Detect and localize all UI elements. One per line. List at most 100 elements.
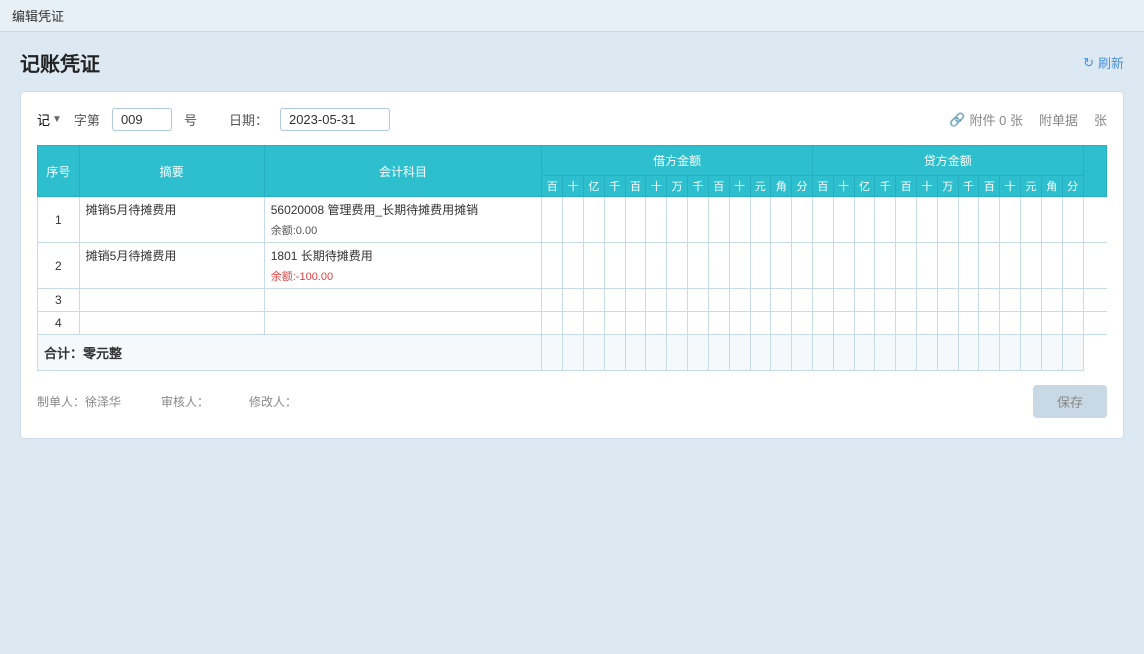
voucher-no-input[interactable] [112,108,172,131]
credit-digit-2 [854,197,875,243]
form-row: 记 ▼ 字第 号 日期： 🔗 附件 0 张 附单据 张 [37,108,1107,131]
debit-digit-6 [667,312,688,335]
credit-digit-7 [958,289,979,312]
debit-digit-5 [646,289,667,312]
credit-digit-2 [854,312,875,335]
table-row: 2摊销5月待摊费用1801 长期待摊费用余额:-100.00 [38,243,1107,289]
debit-digit-4 [625,289,646,312]
credit-digit-1 [833,312,854,335]
credit-digit-0 [812,243,833,289]
credit-digit-7 [958,197,979,243]
credit-digit-3 [875,243,896,289]
th-debit: 借方金额 [542,146,813,176]
page-title: 记账凭证 [20,48,100,77]
debit-digit-5 [646,312,667,335]
credit-digit-0 [812,289,833,312]
voucher-type-select[interactable]: 记 ▼ [37,110,62,129]
credit-digit-12 [1062,197,1083,243]
credit-digit-3 [875,312,896,335]
debit-digit-3 [604,312,625,335]
debit-digit-5 [646,243,667,289]
credit-digit-0 [812,312,833,335]
debit-digit-11 [771,197,792,243]
table-row: 4 [38,312,1107,335]
debit-digit-1 [563,312,584,335]
credit-digit-12 [1062,289,1083,312]
credit-digit-11 [1041,289,1062,312]
credit-digit-9 [1000,197,1021,243]
credit-digit-5 [917,312,938,335]
main-content: 记账凭证 ↻ 刷新 记 ▼ 字第 号 日期： 🔗 附件 0 张 附单据 [0,32,1144,654]
credit-digit-8 [979,243,1000,289]
debit-digit-9 [729,289,750,312]
debit-digit-1 [563,243,584,289]
credit-digit-5 [917,289,938,312]
credit-digit-2 [854,289,875,312]
credit-digit-8 [979,197,1000,243]
table-row: 3 [38,289,1107,312]
th-seq: 序号 [38,146,80,197]
row-account[interactable]: 1801 长期待摊费用余额:-100.00 [264,243,542,289]
hao-label: 号 [184,110,197,129]
row-summary[interactable]: 摊销5月待摊费用 [79,243,264,289]
credit-digit-11 [1041,197,1062,243]
credit-digit-0 [812,197,833,243]
debit-digit-2 [584,289,605,312]
row-summary[interactable] [79,312,264,335]
credit-digit-9 [1000,312,1021,335]
credit-digit-5 [917,243,938,289]
voucher-table: 序号 摘要 会计科目 借方金额 贷方金额 百 十 亿 千 百 十 [37,145,1107,371]
title-bar-label: 编辑凭证 [12,9,64,24]
debit-digit-9 [729,312,750,335]
credit-digit-3 [875,289,896,312]
debit-digit-7 [688,243,709,289]
credit-digit-5 [917,197,938,243]
row-summary[interactable] [79,289,264,312]
th-credit: 贷方金额 [812,146,1083,176]
dropdown-icon: ▼ [52,114,62,125]
page-header: 记账凭证 ↻ 刷新 [20,48,1124,77]
debit-digit-7 [688,289,709,312]
attach-single-label: 附单据 [1039,110,1078,129]
refresh-icon: ↻ [1083,55,1094,71]
debit-digit-2 [584,197,605,243]
credit-digit-10 [1021,312,1042,335]
attachment-area: 🔗 附件 0 张 附单据 张 [949,110,1107,129]
debit-digit-8 [708,243,729,289]
credit-digit-4 [896,312,917,335]
attachment-link[interactable]: 🔗 附件 0 张 [949,110,1023,129]
date-input[interactable] [280,108,390,131]
debit-digit-9 [729,243,750,289]
credit-digit-1 [833,197,854,243]
credit-digit-4 [896,289,917,312]
save-button[interactable]: 保存 [1033,385,1107,418]
debit-digit-1 [563,197,584,243]
zi-label: 字第 [74,110,100,129]
footer-row: 制单人：徐泽华 审核人： 修改人： 保存 [37,385,1107,418]
modifier-label: 修改人： [249,393,297,410]
attachment-icon: 🔗 [949,112,965,128]
credit-digit-11 [1041,312,1062,335]
row-summary[interactable]: 摊销5月待摊费用 [79,197,264,243]
credit-digit-1 [833,289,854,312]
debit-digit-10 [750,289,771,312]
voucher-card: 记 ▼ 字第 号 日期： 🔗 附件 0 张 附单据 张 [20,91,1124,439]
total-label: 合计：零元整 [38,335,542,371]
debit-digit-11 [771,289,792,312]
debit-digit-7 [688,197,709,243]
zhang-label: 张 [1094,110,1107,129]
row-account[interactable] [264,312,542,335]
credit-digit-10 [1021,289,1042,312]
debit-digit-12 [792,312,813,335]
debit-digit-9 [729,197,750,243]
date-label: 日期： [229,110,268,129]
debit-digit-4 [625,312,646,335]
debit-digit-11 [771,312,792,335]
credit-digit-10 [1021,197,1042,243]
refresh-button[interactable]: ↻ 刷新 [1083,53,1124,72]
row-account[interactable] [264,289,542,312]
debit-digit-10 [750,312,771,335]
row-account[interactable]: 56020008 管理费用_长期待摊费用摊销余额:0.00 [264,197,542,243]
debit-digit-4 [625,243,646,289]
credit-digit-6 [937,243,958,289]
